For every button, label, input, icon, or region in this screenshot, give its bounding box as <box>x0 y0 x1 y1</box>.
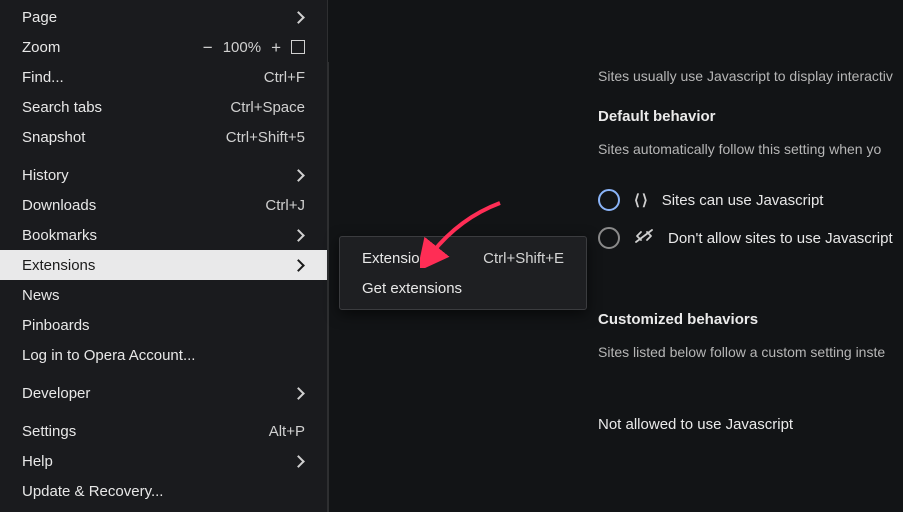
zoom-controls: −100% + <box>203 39 305 56</box>
menu-item-news[interactable]: News <box>0 280 327 310</box>
customized-behaviors-heading: Customized behaviors <box>598 311 903 328</box>
settings-intro-text: Sites usually use Javascript to display … <box>598 68 903 84</box>
submenu-item-extensions[interactable]: Extensions Ctrl+Shift+E <box>340 243 586 273</box>
menu-item-label: Search tabs <box>22 99 102 116</box>
menu-item-accessory <box>294 13 305 22</box>
zoom-value: 100% <box>223 39 261 56</box>
chevron-right-icon <box>292 387 305 400</box>
menu-item-accessory: Ctrl+Space <box>230 99 305 116</box>
menu-item-label: Zoom <box>22 39 60 56</box>
menu-item-accessory: Ctrl+Shift+5 <box>226 129 305 146</box>
menu-item-shortcut: Ctrl+J <box>265 197 305 214</box>
menu-item-accessory <box>294 261 305 270</box>
menu-item-help[interactable]: Help <box>0 446 327 476</box>
menu-item-snapshot[interactable]: Snapshot Ctrl+Shift+5 <box>0 122 327 152</box>
zoom-in-button[interactable]: + <box>271 39 281 56</box>
chevron-right-icon <box>292 11 305 24</box>
radio-unchecked-icon <box>598 227 620 249</box>
menu-item-accessory <box>294 457 305 466</box>
menu-item-pinboards[interactable]: Pinboards <box>0 310 327 340</box>
menu-item-downloads[interactable]: Downloads Ctrl+J <box>0 190 327 220</box>
menu-item-accessory <box>294 231 305 240</box>
chevron-right-icon <box>292 455 305 468</box>
submenu-item-label: Get extensions <box>362 280 462 297</box>
menu-item-shortcut: Ctrl+F <box>264 69 305 86</box>
menu-item-label: News <box>22 287 60 304</box>
customized-behaviors-desc: Sites listed below follow a custom setti… <box>598 344 903 360</box>
chevron-right-icon <box>292 259 305 272</box>
menu-item-label: History <box>22 167 69 184</box>
menu-item-accessory: −100% + <box>203 39 305 56</box>
submenu-item-label: Extensions <box>362 250 435 267</box>
menu-item-bookmarks[interactable]: Bookmarks <box>0 220 327 250</box>
menu-item-search-tabs[interactable]: Search tabs Ctrl+Space <box>0 92 327 122</box>
menu-item-extensions[interactable]: Extensions <box>0 250 327 280</box>
menu-item-settings[interactable]: Settings Alt+P <box>0 416 327 446</box>
menu-item-label: Update & Recovery... <box>22 483 163 500</box>
not-allowed-heading: Not allowed to use Javascript <box>598 416 903 433</box>
menu-item-label: Downloads <box>22 197 96 214</box>
menu-item-shortcut: Ctrl+Space <box>230 99 305 116</box>
code-off-icon <box>634 228 654 249</box>
menu-item-accessory <box>294 171 305 180</box>
menu-item-label: Page <box>22 9 57 26</box>
menu-item-shortcut: Ctrl+Shift+5 <box>226 129 305 146</box>
menu-item-label: Log in to Opera Account... <box>22 347 195 364</box>
menu-item-label: Snapshot <box>22 129 85 146</box>
radio-dont-allow-js[interactable]: Don't allow sites to use Javascript <box>598 219 903 257</box>
menu-item-accessory <box>294 389 305 398</box>
main-menu: Page Zoom −100% + Find... Ctrl+F Search tabs Ct… <box>0 0 328 512</box>
menu-item-accessory: Ctrl+F <box>264 69 305 86</box>
menu-item-zoom[interactable]: Zoom −100% + <box>0 32 327 62</box>
code-icon <box>634 191 648 209</box>
menu-item-label: Pinboards <box>22 317 90 334</box>
menu-item-update-recovery[interactable]: Update & Recovery... <box>0 476 327 506</box>
radio-deny-label: Don't allow sites to use Javascript <box>668 230 893 247</box>
menu-item-accessory: Alt+P <box>269 423 305 440</box>
radio-checked-icon <box>598 189 620 211</box>
menu-item-find[interactable]: Find... Ctrl+F <box>0 62 327 92</box>
menu-item-label: Help <box>22 453 53 470</box>
zoom-out-button[interactable]: − <box>203 39 213 56</box>
submenu-item-get-extensions[interactable]: Get extensions <box>340 273 586 303</box>
menu-item-accessory: Ctrl+J <box>265 197 305 214</box>
chevron-right-icon <box>292 169 305 182</box>
menu-item-label: Developer <box>22 385 90 402</box>
menu-item-label: Find... <box>22 69 64 86</box>
chevron-right-icon <box>292 229 305 242</box>
javascript-settings-content: Sites usually use Javascript to display … <box>598 68 903 449</box>
menu-item-label: Extensions <box>22 257 95 274</box>
default-behavior-heading: Default behavior <box>598 108 903 125</box>
menu-item-developer[interactable]: Developer <box>0 378 327 408</box>
radio-allow-label: Sites can use Javascript <box>662 192 824 209</box>
menu-item-history[interactable]: History <box>0 160 327 190</box>
radio-sites-can-use-js[interactable]: Sites can use Javascript <box>598 181 903 219</box>
extensions-submenu: Extensions Ctrl+Shift+E Get extensions <box>339 236 587 310</box>
vertical-divider <box>328 62 329 512</box>
fullscreen-icon[interactable] <box>291 40 305 54</box>
default-behavior-desc: Sites automatically follow this setting … <box>598 141 903 157</box>
menu-item-label: Bookmarks <box>22 227 97 244</box>
menu-item-page[interactable]: Page <box>0 2 327 32</box>
submenu-item-shortcut: Ctrl+Shift+E <box>483 250 564 267</box>
menu-item-log-in-to-opera-account[interactable]: Log in to Opera Account... <box>0 340 327 370</box>
menu-item-shortcut: Alt+P <box>269 423 305 440</box>
menu-item-label: Settings <box>22 423 76 440</box>
